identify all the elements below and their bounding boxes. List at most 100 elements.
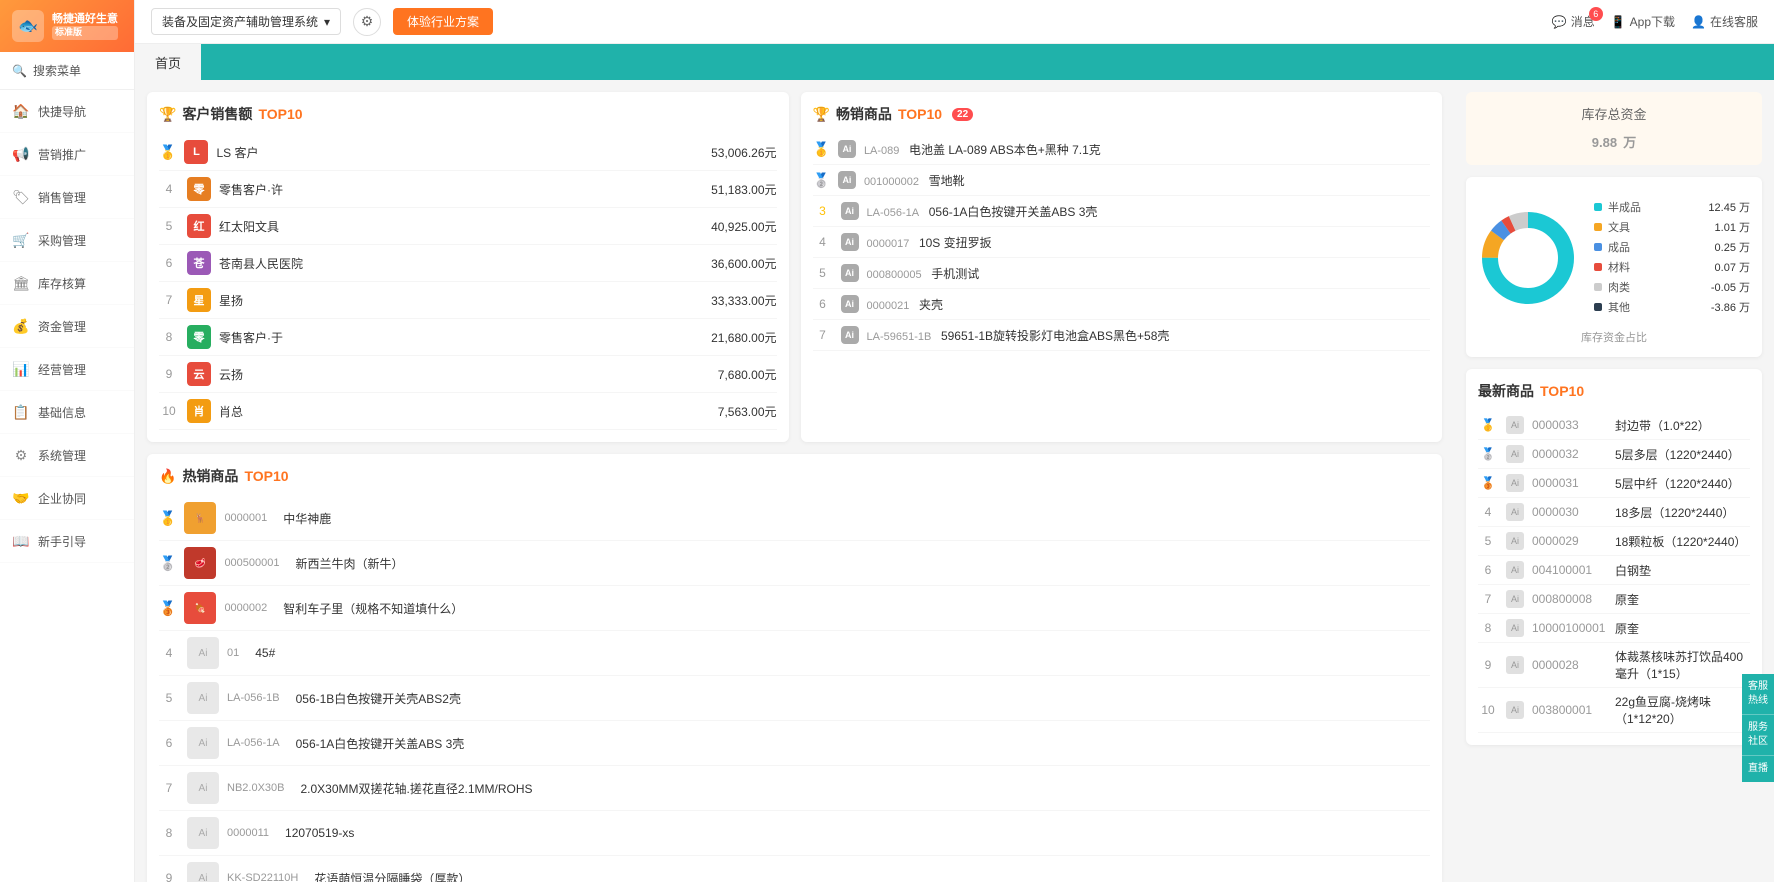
sidebar: 🐟 畅捷通好生意 标准版 🔍 搜索菜单 🏠 快捷导航 📢 营销推广 🏷 销售管理…	[0, 0, 135, 882]
list-item: 8 Ai 10000100001 原奎	[1478, 614, 1750, 643]
system-selector[interactable]: 装备及固定资产辅助管理系统 ▾	[151, 8, 341, 35]
guide-icon: 📖	[12, 532, 30, 550]
newest-products-card: 最新商品 TOP10 🥇 Ai 0000033 封边带（1.0*22） 🥈 Ai…	[1466, 369, 1762, 745]
product-code: 004100001	[1532, 563, 1607, 577]
sidebar-item-basic[interactable]: 📋 基础信息	[0, 391, 134, 434]
product-code: 0000001	[224, 512, 267, 524]
sidebar-item-inventory[interactable]: 🏛 库存核算	[0, 262, 134, 305]
topbar: 装备及固定资产辅助管理系统 ▾ ⚙ 体验行业方案 💬 消息 6 📱 App下载 …	[135, 0, 1774, 44]
product-name: 056-1B白色按键开关壳ABS2壳	[296, 690, 461, 707]
product-code: 0000032	[1532, 447, 1607, 461]
donut-chart	[1478, 208, 1578, 311]
search-menu[interactable]: 🔍 搜索菜单	[0, 52, 134, 90]
sidebar-item-system[interactable]: ⚙ 系统管理	[0, 434, 134, 477]
product-thumbnail: Ai	[187, 862, 219, 882]
inventory-chart-card: 半成品 12.45 万 文具 1.01 万 成品 0.25 万	[1466, 177, 1762, 357]
list-item: 7 Ai NB2.0X30B 2.0X30MM双搓花轴.搓花直径2.1MM/RO…	[159, 766, 1430, 811]
logo-name: 畅捷通好生意	[52, 12, 118, 26]
table-row: 8 零 零售客户·于 21,680.00元	[159, 319, 777, 356]
avatar: 苍	[187, 251, 211, 275]
table-row: 🥈 Ai 001000002 雪地靴	[813, 165, 1431, 196]
newest-title: 最新商品 TOP10	[1478, 381, 1750, 401]
customer-amount: 7,680.00元	[718, 366, 777, 383]
customer-service-button[interactable]: 客服热线	[1742, 674, 1774, 715]
list-item: 🥇 🦌 0000001 中华神鹿	[159, 496, 1430, 541]
product-name: 18颗粒板（1220*2440）	[1615, 533, 1750, 550]
product-code: 0000030	[1532, 505, 1607, 519]
nav-label: 基础信息	[38, 404, 86, 421]
legend-item: 文具 1.01 万	[1594, 219, 1750, 235]
sidebar-item-enterprise[interactable]: 🤝 企业协同	[0, 477, 134, 520]
medal-icon: 🥇	[159, 144, 176, 161]
nav-label: 采购管理	[38, 232, 86, 249]
message-badge: 6	[1589, 7, 1603, 21]
online-service-button[interactable]: 👤 在线客服	[1691, 13, 1758, 30]
tab-home[interactable]: 首页	[135, 44, 201, 80]
product-code: LA-089	[864, 145, 899, 157]
topbar-right: 💬 消息 6 📱 App下载 👤 在线客服	[1552, 13, 1758, 30]
customer-amount: 33,333.00元	[711, 292, 776, 309]
trial-button[interactable]: 体验行业方案	[393, 8, 493, 35]
list-item: 6 Ai LA-056-1A 056-1A白色按键开关盖ABS 3壳	[159, 721, 1430, 766]
newest-list: 🥇 Ai 0000033 封边带（1.0*22） 🥈 Ai 0000032 5层…	[1478, 411, 1750, 733]
table-row: 9 云 云扬 7,680.00元	[159, 356, 777, 393]
sidebar-item-operation[interactable]: 📊 经营管理	[0, 348, 134, 391]
customer-amount: 51,183.00元	[711, 181, 776, 198]
system-icon: ⚙	[12, 446, 30, 464]
product-code: 0000028	[1532, 658, 1607, 672]
live-button[interactable]: 直播	[1742, 756, 1774, 782]
list-item: 6 Ai 004100001 白钢垫	[1478, 556, 1750, 585]
product-icon: Ai	[841, 264, 859, 282]
settings-button[interactable]: ⚙	[353, 8, 381, 36]
product-name: 雪地靴	[929, 174, 965, 188]
customer-name: 苍南县人民医院	[219, 255, 703, 272]
customer-amount: 36,600.00元	[711, 255, 776, 272]
table-row: 6 苍 苍南县人民医院 36,600.00元	[159, 245, 777, 282]
sidebar-item-guide[interactable]: 📖 新手引导	[0, 520, 134, 563]
product-code: LA-056-1B	[227, 692, 280, 704]
product-name: 新西兰牛肉（新牛）	[296, 555, 404, 572]
app-download-button[interactable]: 📱 App下载	[1611, 13, 1675, 30]
left-panel: 🏆 客户销售额 TOP10 🥇 L LS 客户 53,006.26元 4 零	[135, 80, 1454, 882]
product-name: 智利车子里（规格不知道填什么）	[283, 600, 463, 617]
product-name: 22g鱼豆腐-烧烤味（1*12*20）	[1615, 693, 1750, 727]
product-name: 体裁蒸核味苏打饮品400毫升（1*15）	[1615, 648, 1750, 682]
product-code: 0000021	[867, 300, 910, 312]
sidebar-item-finance[interactable]: 💰 资金管理	[0, 305, 134, 348]
finance-icon: 💰	[12, 317, 30, 335]
list-item: 5 Ai LA-056-1B 056-1B白色按键开关壳ABS2壳	[159, 676, 1430, 721]
product-icon: Ai	[841, 202, 859, 220]
list-item: 🥈 🥩 000500001 新西兰牛肉（新牛）	[159, 541, 1430, 586]
trophy-icon: 🏆	[159, 106, 176, 123]
sales-icon: 🏷	[12, 188, 30, 206]
sidebar-item-sales[interactable]: 🏷 销售管理	[0, 176, 134, 219]
nav-label: 经营管理	[38, 361, 86, 378]
table-row: 7 星 星扬 33,333.00元	[159, 282, 777, 319]
donut-container: 半成品 12.45 万 文具 1.01 万 成品 0.25 万	[1478, 189, 1750, 329]
product-thumbnail: Ai	[187, 682, 219, 714]
inventory-amount: 9.88 万	[1478, 127, 1750, 153]
product-name: 5层多层（1220*2440）	[1615, 446, 1750, 463]
float-service: 客服热线 服务社区 直播	[1742, 674, 1774, 782]
list-item: 🥈 Ai 0000032 5层多层（1220*2440）	[1478, 440, 1750, 469]
purchase-icon: 🛒	[12, 231, 30, 249]
product-name: 白钢垫	[1615, 562, 1750, 579]
message-button[interactable]: 💬 消息 6	[1552, 13, 1595, 30]
customer-name: 零售客户·许	[219, 181, 703, 198]
sidebar-item-marketing[interactable]: 📢 营销推广	[0, 133, 134, 176]
customer-ranking-title: 🏆 客户销售额 TOP10	[159, 104, 777, 124]
product-code: 0000017	[867, 238, 910, 250]
customer-name: 零售客户·于	[219, 329, 703, 346]
list-item: 4 Ai 01 45#	[159, 631, 1430, 676]
table-row: 10 肖 肖总 7,563.00元	[159, 393, 777, 430]
marketing-icon: 📢	[12, 145, 30, 163]
sidebar-item-purchase[interactable]: 🛒 采购管理	[0, 219, 134, 262]
avatar: 星	[187, 288, 211, 312]
product-name: 12070519-xs	[285, 826, 354, 840]
legend-item: 其他 -3.86 万	[1594, 299, 1750, 315]
list-item: 10 Ai 003800001 22g鱼豆腐-烧烤味（1*12*20）	[1478, 688, 1750, 733]
customer-name: 肖总	[219, 403, 710, 420]
sidebar-item-quick-nav[interactable]: 🏠 快捷导航	[0, 90, 134, 133]
product-code: 0000029	[1532, 534, 1607, 548]
community-button[interactable]: 服务社区	[1742, 715, 1774, 756]
